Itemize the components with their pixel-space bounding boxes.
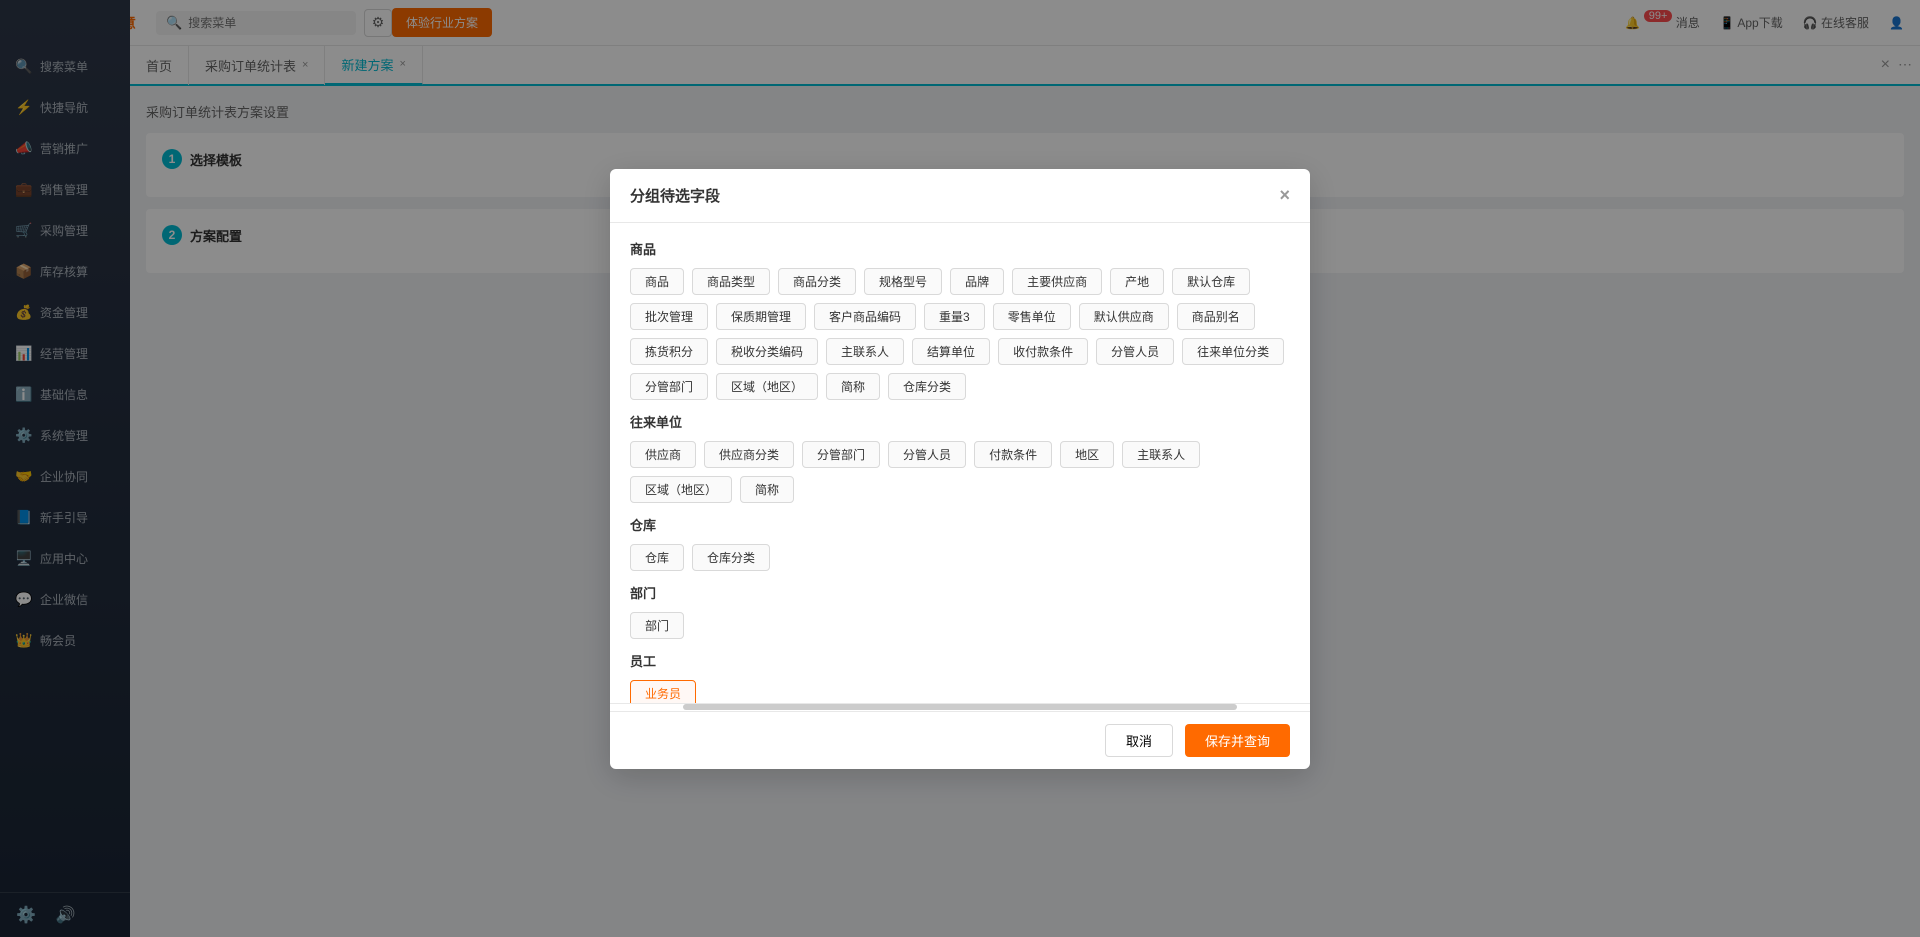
fields-wrap-employee: 业务员 xyxy=(630,680,1290,703)
field-tag[interactable]: 保质期管理 xyxy=(716,303,806,330)
field-tag[interactable]: 供应商分类 xyxy=(704,441,794,468)
modal-hscrollbar[interactable] xyxy=(610,703,1310,711)
field-tag[interactable]: 主联系人 xyxy=(826,338,904,365)
field-tag[interactable]: 简称 xyxy=(826,373,880,400)
confirm-button[interactable]: 保存并查询 xyxy=(1185,724,1290,757)
field-tag[interactable]: 品牌 xyxy=(950,268,1004,295)
modal-field-select: 分组待选字段 × 商品 商品 商品类型 商品分类 规格型号 品牌 主要供应商 产… xyxy=(610,169,1310,769)
group-title-warehouse: 仓库 xyxy=(630,515,1290,534)
group-title-goods: 商品 xyxy=(630,239,1290,258)
group-title-department: 部门 xyxy=(630,583,1290,602)
field-tag[interactable]: 商品类型 xyxy=(692,268,770,295)
field-tag[interactable]: 区域（地区） xyxy=(716,373,818,400)
modal-title: 分组待选字段 xyxy=(630,185,720,206)
modal-close-btn[interactable]: × xyxy=(1279,185,1290,206)
modal-hscrollbar-thumb xyxy=(683,704,1237,710)
field-tag[interactable]: 拣货积分 xyxy=(630,338,708,365)
field-tag[interactable]: 分管部门 xyxy=(802,441,880,468)
cancel-button[interactable]: 取消 xyxy=(1105,724,1173,757)
field-tag[interactable]: 地区 xyxy=(1060,441,1114,468)
field-tag[interactable]: 商品别名 xyxy=(1177,303,1255,330)
field-tag[interactable]: 收付款条件 xyxy=(998,338,1088,365)
field-tag[interactable]: 税收分类编码 xyxy=(716,338,818,365)
field-tag[interactable]: 产地 xyxy=(1110,268,1164,295)
field-tag[interactable]: 商品分类 xyxy=(778,268,856,295)
field-tag[interactable]: 部门 xyxy=(630,612,684,639)
field-tag[interactable]: 结算单位 xyxy=(912,338,990,365)
field-tag[interactable]: 零售单位 xyxy=(993,303,1071,330)
field-tag[interactable]: 批次管理 xyxy=(630,303,708,330)
field-tag[interactable]: 商品 xyxy=(630,268,684,295)
field-tag[interactable]: 仓库 xyxy=(630,544,684,571)
field-tag[interactable]: 供应商 xyxy=(630,441,696,468)
field-tag[interactable]: 重量3 xyxy=(924,303,985,330)
field-tag[interactable]: 区域（地区） xyxy=(630,476,732,503)
modal-overlay: 分组待选字段 × 商品 商品 商品类型 商品分类 规格型号 品牌 主要供应商 产… xyxy=(0,0,1920,937)
modal-body: 商品 商品 商品类型 商品分类 规格型号 品牌 主要供应商 产地 默认仓库 批次… xyxy=(610,223,1310,703)
fields-wrap-warehouse: 仓库 仓库分类 xyxy=(630,544,1290,571)
field-tag[interactable]: 默认供应商 xyxy=(1079,303,1169,330)
field-tag[interactable]: 主联系人 xyxy=(1122,441,1200,468)
group-title-counterparty: 往来单位 xyxy=(630,412,1290,431)
field-tag[interactable]: 仓库分类 xyxy=(888,373,966,400)
field-tag[interactable]: 分管人员 xyxy=(1096,338,1174,365)
field-tag[interactable]: 分管人员 xyxy=(888,441,966,468)
fields-wrap-department: 部门 xyxy=(630,612,1290,639)
group-title-employee: 员工 xyxy=(630,651,1290,670)
field-tag[interactable]: 主要供应商 xyxy=(1012,268,1102,295)
field-tag[interactable]: 仓库分类 xyxy=(692,544,770,571)
field-tag[interactable]: 客户商品编码 xyxy=(814,303,916,330)
field-tag-business[interactable]: 业务员 xyxy=(630,680,696,703)
field-tag[interactable]: 付款条件 xyxy=(974,441,1052,468)
field-tag[interactable]: 简称 xyxy=(740,476,794,503)
modal-header: 分组待选字段 × xyxy=(610,169,1310,223)
fields-wrap-goods: 商品 商品类型 商品分类 规格型号 品牌 主要供应商 产地 默认仓库 批次管理 … xyxy=(630,268,1290,400)
modal-footer: 取消 保存并查询 xyxy=(610,711,1310,769)
field-tag[interactable]: 默认仓库 xyxy=(1172,268,1250,295)
field-tag[interactable]: 分管部门 xyxy=(630,373,708,400)
field-tag[interactable]: 往来单位分类 xyxy=(1182,338,1284,365)
field-tag[interactable]: 规格型号 xyxy=(864,268,942,295)
fields-wrap-counterparty: 供应商 供应商分类 分管部门 分管人员 付款条件 地区 主联系人 区域（地区） … xyxy=(630,441,1290,503)
